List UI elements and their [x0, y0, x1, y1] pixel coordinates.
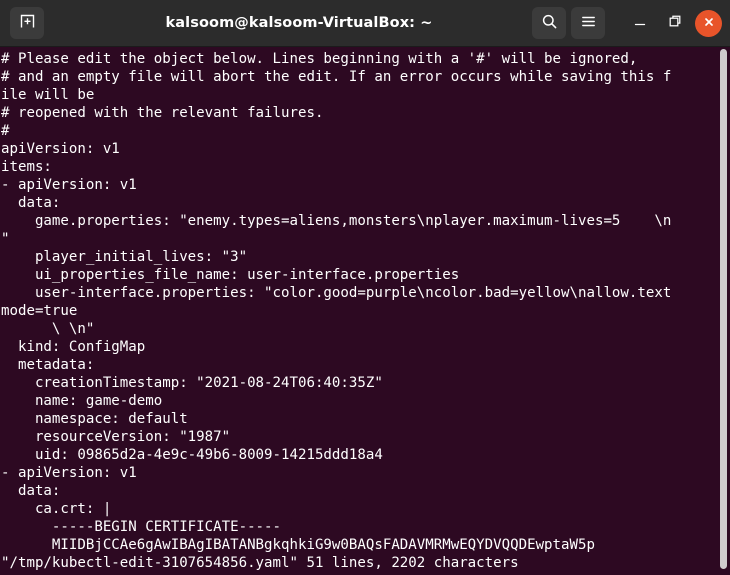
close-icon	[702, 14, 716, 33]
maximize-restore-icon	[667, 13, 683, 33]
hamburger-menu-icon	[580, 13, 597, 34]
close-button[interactable]	[695, 9, 722, 37]
terminal-output: # Please edit the object below. Lines be…	[1, 51, 672, 571]
minimize-button[interactable]	[625, 8, 655, 38]
menu-button[interactable]	[571, 7, 605, 39]
new-tab-button[interactable]	[10, 7, 44, 39]
scrollbar-thumb[interactable]	[720, 49, 727, 569]
maximize-button[interactable]	[660, 8, 690, 38]
terminal-scrollbar[interactable]	[717, 47, 730, 575]
terminal-screen[interactable]: # Please edit the object below. Lines be…	[0, 47, 730, 575]
window-title: kalsoom@kalsoom-VirtualBox: ~	[165, 15, 433, 31]
terminal-window: kalsoom@kalsoom-VirtualBox: ~ # Please e…	[0, 0, 730, 575]
search-icon	[541, 13, 558, 34]
new-tab-icon	[19, 13, 36, 34]
minimize-icon	[632, 13, 648, 33]
titlebar: kalsoom@kalsoom-VirtualBox: ~	[0, 0, 730, 47]
titlebar-controls	[532, 7, 724, 39]
search-button[interactable]	[532, 7, 566, 39]
